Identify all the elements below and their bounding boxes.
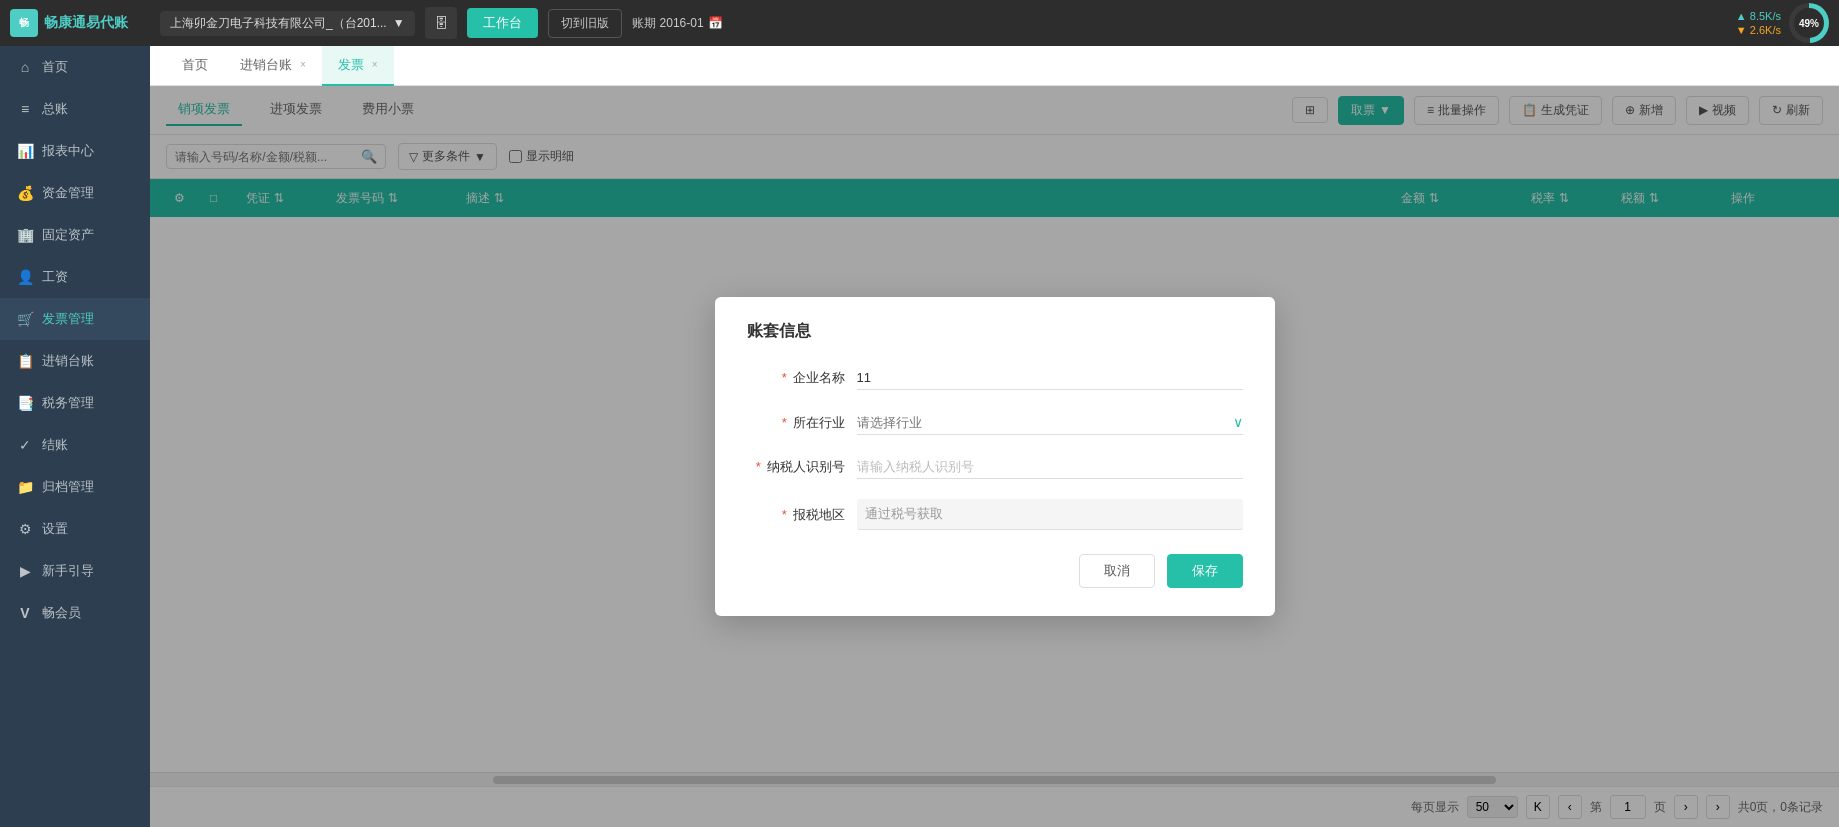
sidebar-item-archive[interactable]: 📁 归档管理 [0,466,150,508]
download-speed: ▼ 2.6K/s [1736,23,1781,37]
sidebar-item-member[interactable]: V 畅会员 [0,592,150,634]
sidebar-item-label: 发票管理 [42,310,94,328]
sidebar-item-label: 新手引导 [42,562,94,580]
tab-close-invoice[interactable]: × [372,59,378,70]
archive-button[interactable]: 🗄 [425,7,457,39]
tab-invoice[interactable]: 发票 × [322,46,394,86]
sidebar-item-payroll[interactable]: 👤 工资 [0,256,150,298]
sidebar-item-label: 结账 [42,436,68,454]
sidebar-item-label: 报表中心 [42,142,94,160]
form-row-tax-id: * 纳税人识别号 [747,455,1243,479]
topbar: 畅 畅康通易代账 上海卯金刀电子科技有限公司_（台201... ▼ 🗄 工作台 … [0,0,1839,46]
sidebar-item-guide[interactable]: ▶ 新手引导 [0,550,150,592]
sidebar-item-label: 首页 [42,58,68,76]
sidebar-item-label: 总账 [42,100,68,118]
progress-value: 49% [1794,8,1824,38]
tax-icon: 📑 [16,394,34,412]
company-selector[interactable]: 上海卯金刀电子科技有限公司_（台201... ▼ [160,11,415,36]
modal-title: 账套信息 [747,321,1243,342]
modal-overlay: 账套信息 * 企业名称 * 所在行业 [150,86,1839,827]
logo-icon: 畅 [10,9,38,37]
content-area: 首页 进销台账 × 发票 × 销项发票 进项发票 费用 [150,46,1839,827]
speed-indicator: ▲ 8.5K/s ▼ 2.6K/s [1736,9,1781,38]
calendar-icon[interactable]: 📅 [708,16,723,30]
cancel-button[interactable]: 取消 [1079,554,1155,588]
payroll-icon: 👤 [16,268,34,286]
account-info-modal: 账套信息 * 企业名称 * 所在行业 [715,297,1275,616]
nav-tabs: 首页 进销台账 × 发票 × [150,46,1839,86]
main-layout: ⌂ 首页 ≡ 总账 📊 报表中心 💰 资金管理 🏢 固定资产 👤 工资 🛒 发票… [0,46,1839,827]
period-display: 账期 2016-01 📅 [632,15,723,32]
ledger-icon: ≡ [16,100,34,118]
app-logo: 畅 畅康通易代账 [10,9,150,37]
save-button[interactable]: 保存 [1167,554,1243,588]
form-row-industry: * 所在行业 ∨ [747,410,1243,435]
archive-icon: 🗄 [434,15,448,31]
settlement-icon: ✓ [16,436,34,454]
tab-close-purchase-sales[interactable]: × [300,59,306,70]
settings-icon: ⚙ [16,520,34,538]
sidebar-item-label: 税务管理 [42,394,94,412]
guide-icon: ▶ [16,562,34,580]
sidebar-item-label: 固定资产 [42,226,94,244]
sidebar-item-label: 畅会员 [42,604,81,622]
topbar-right: ▲ 8.5K/s ▼ 2.6K/s 49% [1736,3,1829,43]
company-dropdown-arrow: ▼ [393,16,405,30]
sidebar-item-home[interactable]: ⌂ 首页 [0,46,150,88]
tab-purchase-sales[interactable]: 进销台账 × [224,46,322,86]
upload-speed: ▲ 8.5K/s [1736,9,1781,23]
sidebar-item-tax-mgmt[interactable]: 📑 税务管理 [0,382,150,424]
purchase-sales-icon: 📋 [16,352,34,370]
sidebar-item-fixed-assets[interactable]: 🏢 固定资产 [0,214,150,256]
tab-home[interactable]: 首页 [166,46,224,86]
input-tax-region-disabled: 通过税号获取 [857,499,1243,530]
sidebar-item-label: 工资 [42,268,68,286]
reports-icon: 📊 [16,142,34,160]
sidebar-item-purchase-sales[interactable]: 📋 进销台账 [0,340,150,382]
input-tax-id[interactable] [857,455,1243,479]
home-icon: ⌂ [16,58,34,76]
form-row-company-name: * 企业名称 [747,366,1243,390]
form-row-tax-region: * 报税地区 通过税号获取 [747,499,1243,530]
sidebar-item-label: 进销台账 [42,352,94,370]
label-company-name: * 企业名称 [747,369,857,387]
sidebar-item-ledger[interactable]: ≡ 总账 [0,88,150,130]
sidebar-item-label: 归档管理 [42,478,94,496]
sidebar: ⌂ 首页 ≡ 总账 📊 报表中心 💰 资金管理 🏢 固定资产 👤 工资 🛒 发票… [0,46,150,827]
modal-footer: 取消 保存 [747,554,1243,588]
label-tax-region: * 报税地区 [747,506,857,524]
select-industry-wrap[interactable]: ∨ [857,410,1243,435]
member-icon: V [16,604,34,622]
select-industry-arrow: ∨ [1233,414,1243,430]
sidebar-item-settings[interactable]: ⚙ 设置 [0,508,150,550]
input-company-name[interactable] [857,366,1243,390]
sidebar-item-label: 资金管理 [42,184,94,202]
sidebar-item-funds[interactable]: 💰 资金管理 [0,172,150,214]
archive-sidebar-icon: 📁 [16,478,34,496]
workspace-button[interactable]: 工作台 [467,8,538,38]
label-tax-id: * 纳税人识别号 [747,458,857,476]
label-industry: * 所在行业 [747,414,857,432]
app-name: 畅康通易代账 [44,14,128,32]
sidebar-item-invoice-mgmt[interactable]: 🛒 发票管理 [0,298,150,340]
sidebar-item-reports[interactable]: 📊 报表中心 [0,130,150,172]
funds-icon: 💰 [16,184,34,202]
company-name: 上海卯金刀电子科技有限公司_（台201... [170,15,387,32]
sidebar-item-settlement[interactable]: ✓ 结账 [0,424,150,466]
switch-old-version-button[interactable]: 切到旧版 [548,9,622,38]
sub-area: 销项发票 进项发票 费用小票 ⊞ 取票 ▼ ≡ [150,86,1839,827]
progress-circle: 49% [1789,3,1829,43]
select-industry[interactable] [857,415,1233,430]
fixed-assets-icon: 🏢 [16,226,34,244]
sidebar-item-label: 设置 [42,520,68,538]
invoice-icon: 🛒 [16,310,34,328]
